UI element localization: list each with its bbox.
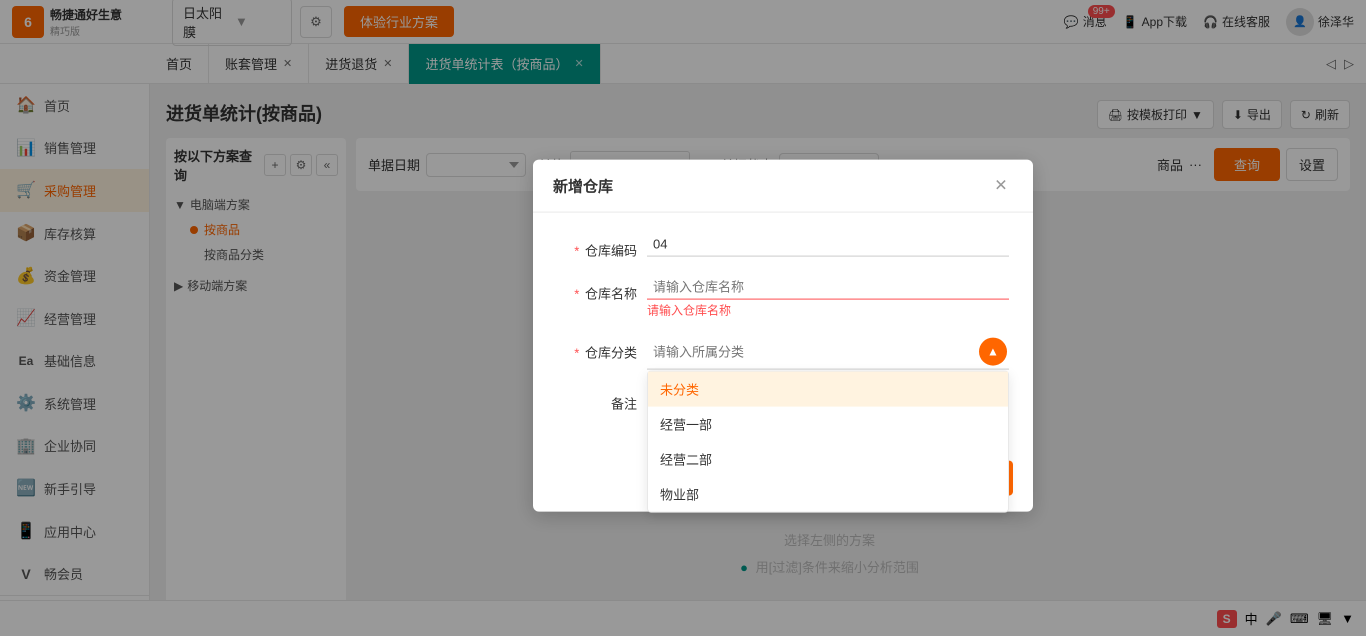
category-dropdown-wrap: ▲ 未分类 经营一部 经营二部 物业部 bbox=[647, 335, 1009, 370]
category-toggle-button[interactable]: ▲ bbox=[979, 338, 1007, 366]
warehouse-name-row: * 仓库名称 请输入仓库名称 bbox=[557, 276, 1009, 319]
modal-title: 新增仓库 bbox=[553, 175, 613, 196]
cat-option-dept2[interactable]: 经营二部 bbox=[648, 442, 1008, 477]
cat-option-none[interactable]: 未分类 bbox=[648, 372, 1008, 407]
warehouse-name-error: 请输入仓库名称 bbox=[647, 302, 1009, 319]
warehouse-cat-row: * 仓库分类 ▲ 未分类 经营一部 经营二部 物业部 bbox=[557, 335, 1009, 370]
warehouse-name-label: * 仓库名称 bbox=[557, 276, 637, 303]
warehouse-cat-label: * 仓库分类 bbox=[557, 335, 637, 362]
add-warehouse-modal: 新增仓库 ✕ * 仓库编码 * 仓库名称 请输入仓库名称 bbox=[533, 160, 1033, 512]
category-dropdown: 未分类 经营一部 经营二部 物业部 bbox=[647, 371, 1009, 513]
modal-close-button[interactable]: ✕ bbox=[989, 174, 1013, 198]
modal-body: * 仓库编码 * 仓库名称 请输入仓库名称 * 仓库分类 bbox=[533, 213, 1033, 449]
warehouse-name-input[interactable] bbox=[647, 276, 1009, 300]
cat-option-dept1[interactable]: 经营一部 bbox=[648, 407, 1008, 442]
modal-header: 新增仓库 ✕ bbox=[533, 160, 1033, 213]
warehouse-code-row: * 仓库编码 bbox=[557, 233, 1009, 260]
warehouse-code-input[interactable] bbox=[647, 233, 1009, 257]
cat-option-property[interactable]: 物业部 bbox=[648, 477, 1008, 512]
category-input[interactable] bbox=[647, 335, 979, 369]
notes-label: 备注 bbox=[557, 386, 637, 413]
warehouse-code-label: * 仓库编码 bbox=[557, 233, 637, 260]
